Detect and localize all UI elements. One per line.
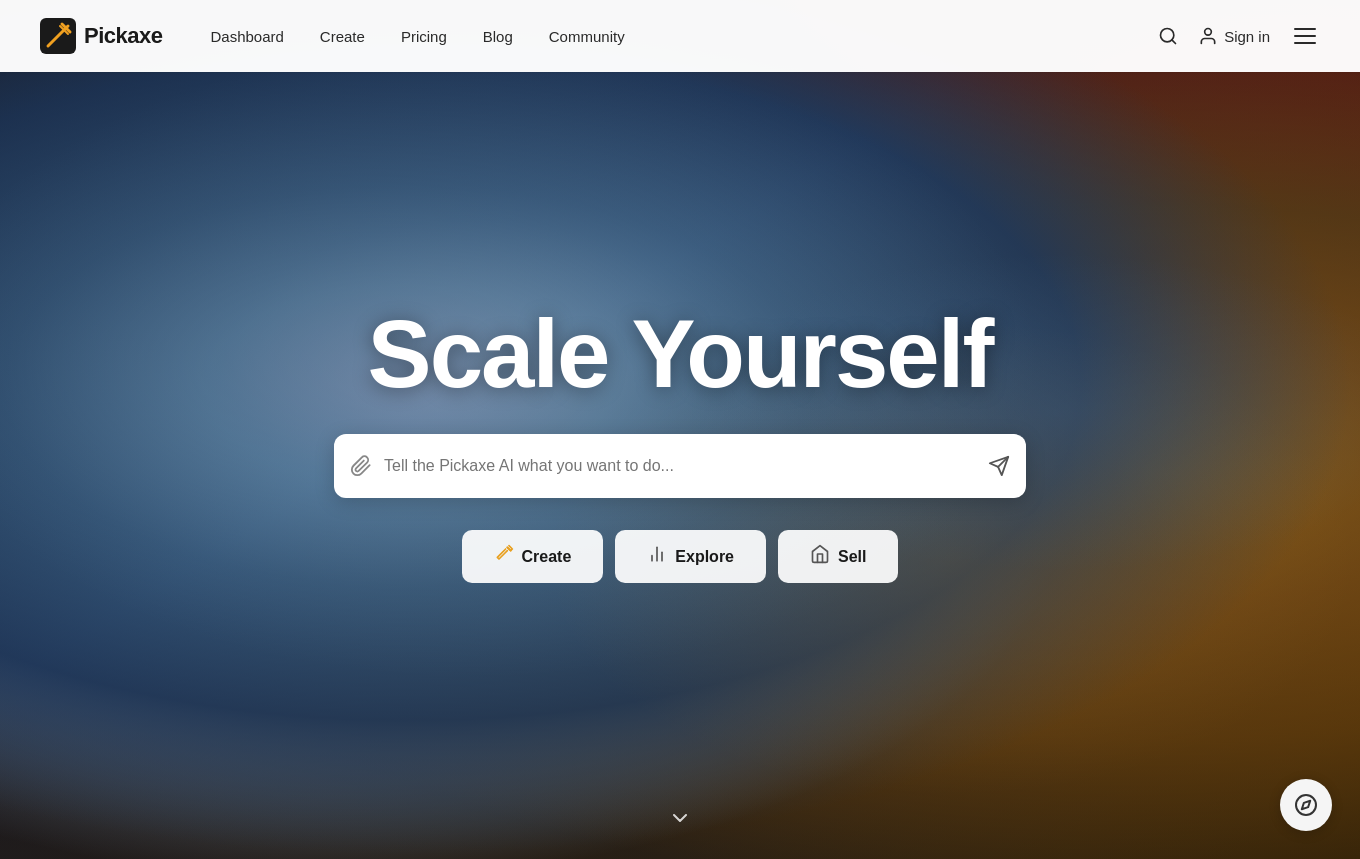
hero-content: Scale Yourself <box>334 306 1026 583</box>
svg-point-6 <box>1205 29 1212 36</box>
user-icon <box>1198 26 1218 46</box>
explore-button[interactable]: Explore <box>615 530 766 583</box>
navbar: Pickaxe Dashboard Create Pricing Blog Co… <box>0 0 1360 72</box>
create-icon <box>494 544 514 569</box>
fab-button[interactable] <box>1280 779 1332 831</box>
compass-icon <box>1294 793 1318 817</box>
nav-pricing[interactable]: Pricing <box>401 28 447 45</box>
search-submit-button[interactable] <box>988 455 1010 477</box>
search-container <box>334 434 1026 498</box>
hero-title: Scale Yourself <box>368 306 993 402</box>
menu-line-2 <box>1294 35 1316 37</box>
search-button[interactable] <box>1158 26 1178 46</box>
nav-dashboard[interactable]: Dashboard <box>210 28 283 45</box>
logo-text: Pickaxe <box>84 23 162 49</box>
explore-icon <box>647 544 667 569</box>
svg-marker-13 <box>1302 801 1310 809</box>
scroll-indicator[interactable] <box>668 806 692 835</box>
send-icon <box>988 455 1010 477</box>
explore-label: Explore <box>675 548 734 566</box>
nav-create[interactable]: Create <box>320 28 365 45</box>
search-input[interactable] <box>384 457 976 475</box>
action-buttons: Create Explore <box>462 530 899 583</box>
logo-link[interactable]: Pickaxe <box>40 18 162 54</box>
logo-icon <box>40 18 76 54</box>
svg-point-12 <box>1296 795 1316 815</box>
menu-line-1 <box>1294 28 1316 30</box>
attach-icon <box>350 455 372 477</box>
create-label: Create <box>522 548 572 566</box>
create-button[interactable]: Create <box>462 530 604 583</box>
nav-blog[interactable]: Blog <box>483 28 513 45</box>
sell-icon <box>810 544 830 569</box>
sign-in-button[interactable]: Sign in <box>1198 26 1270 46</box>
svg-line-5 <box>1172 40 1176 44</box>
sell-label: Sell <box>838 548 866 566</box>
nav-community[interactable]: Community <box>549 28 625 45</box>
search-icon <box>1158 26 1178 46</box>
menu-line-3 <box>1294 42 1316 44</box>
nav-links: Dashboard Create Pricing Blog Community <box>210 28 1158 45</box>
sign-in-label: Sign in <box>1224 28 1270 45</box>
sell-button[interactable]: Sell <box>778 530 898 583</box>
nav-right: Sign in <box>1158 24 1320 48</box>
hamburger-menu-button[interactable] <box>1290 24 1320 48</box>
